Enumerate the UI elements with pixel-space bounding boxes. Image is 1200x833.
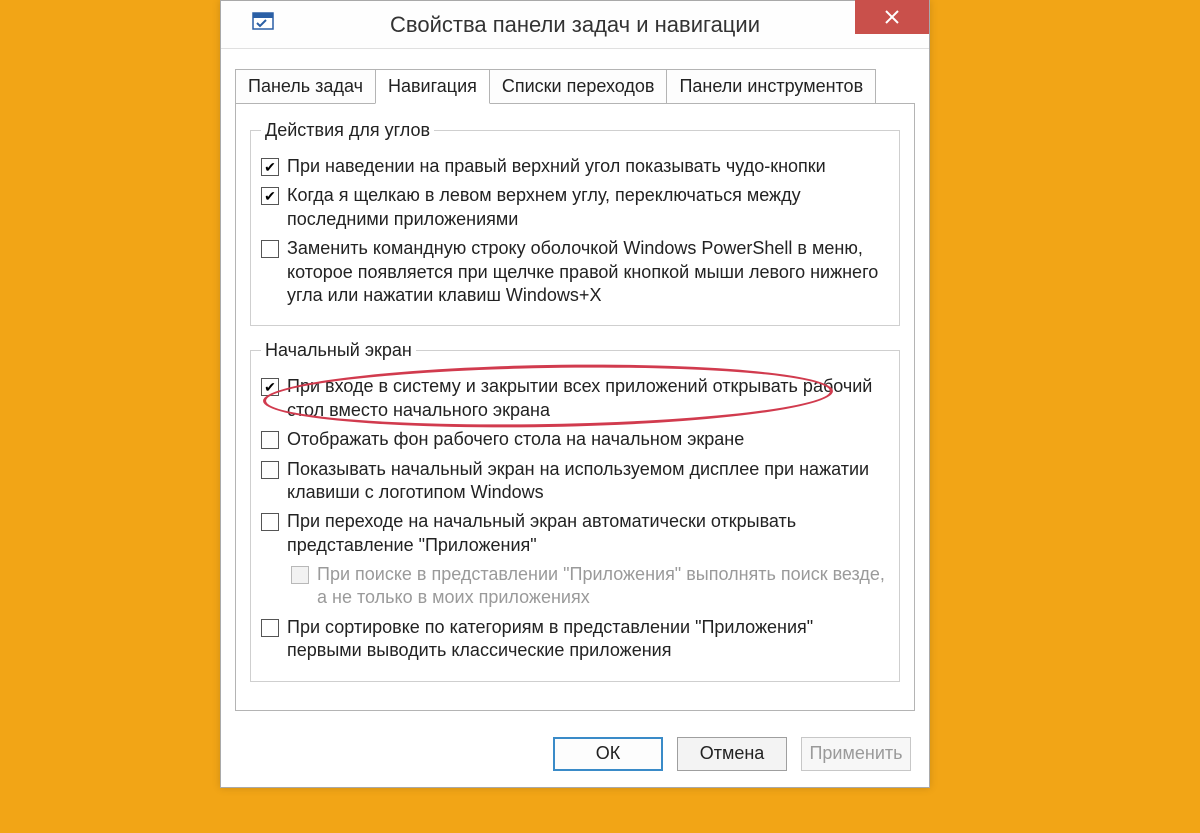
checkbox-row: При входе в систему и закрытии всех прил…	[261, 375, 889, 422]
checkbox-label: Заменить командную строку оболочкой Wind…	[287, 237, 889, 307]
titlebar: Свойства панели задач и навигации	[221, 1, 929, 49]
tab-toolbars[interactable]: Панели инструментов	[666, 69, 876, 103]
checkbox-row: Показывать начальный экран на используем…	[261, 458, 889, 505]
checkbox-show-charms[interactable]	[261, 158, 279, 176]
checkbox-row: Отображать фон рабочего стола на начальн…	[261, 428, 889, 451]
group-start-screen: Начальный экран При входе в систему и за…	[250, 340, 900, 681]
close-button[interactable]	[855, 0, 929, 34]
checkbox-start-on-current-display[interactable]	[261, 461, 279, 479]
apply-button: Применить	[801, 737, 911, 771]
window-title: Свойства панели задач и навигации	[221, 12, 929, 38]
checkbox-label: При наведении на правый верхний угол пок…	[287, 155, 826, 178]
checkbox-label: Когда я щелкаю в левом верхнем углу, пер…	[287, 184, 889, 231]
properties-dialog: Свойства панели задач и навигации Панель…	[220, 0, 930, 788]
tab-strip: Панель задач Навигация Списки переходов …	[221, 49, 929, 103]
checkbox-row: Заменить командную строку оболочкой Wind…	[261, 237, 889, 307]
group-corner-legend: Действия для углов	[261, 120, 434, 141]
checkbox-row: При сортировке по категориям в представл…	[261, 616, 889, 663]
checkbox-label: При переходе на начальный экран автомати…	[287, 510, 889, 557]
app-icon	[251, 9, 275, 33]
cancel-button[interactable]: Отмена	[677, 737, 787, 771]
tab-taskbar[interactable]: Панель задач	[235, 69, 376, 103]
checkbox-desktop-bg-on-start[interactable]	[261, 431, 279, 449]
checkbox-replace-cmd-powershell[interactable]	[261, 240, 279, 258]
ok-button[interactable]: ОК	[553, 737, 663, 771]
tab-jumplists[interactable]: Списки переходов	[489, 69, 668, 103]
desktop-corner-mark	[1186, 56, 1196, 66]
close-icon	[885, 10, 899, 24]
tab-navigation[interactable]: Навигация	[375, 69, 490, 104]
checkbox-goto-desktop-on-signin[interactable]	[261, 378, 279, 396]
checkbox-search-everywhere	[291, 566, 309, 584]
checkbox-label: При входе в систему и закрытии всех прил…	[287, 375, 889, 422]
checkbox-open-apps-view[interactable]	[261, 513, 279, 531]
tab-content: Действия для углов При наведении на прав…	[235, 103, 915, 711]
checkbox-label: Показывать начальный экран на используем…	[287, 458, 889, 505]
checkbox-row: При поиске в представлении "Приложения" …	[291, 563, 889, 610]
checkbox-row: При переходе на начальный экран автомати…	[261, 510, 889, 557]
group-corner-actions: Действия для углов При наведении на прав…	[250, 120, 900, 326]
checkbox-switch-apps[interactable]	[261, 187, 279, 205]
group-start-legend: Начальный экран	[261, 340, 416, 361]
checkbox-row: При наведении на правый верхний угол пок…	[261, 155, 889, 178]
checkbox-label: Отображать фон рабочего стола на начальн…	[287, 428, 744, 451]
checkbox-label: При поиске в представлении "Приложения" …	[317, 563, 889, 610]
checkbox-desktop-apps-first[interactable]	[261, 619, 279, 637]
dialog-buttons: ОК Отмена Применить	[221, 725, 929, 787]
checkbox-label: При сортировке по категориям в представл…	[287, 616, 889, 663]
checkbox-row: Когда я щелкаю в левом верхнем углу, пер…	[261, 184, 889, 231]
